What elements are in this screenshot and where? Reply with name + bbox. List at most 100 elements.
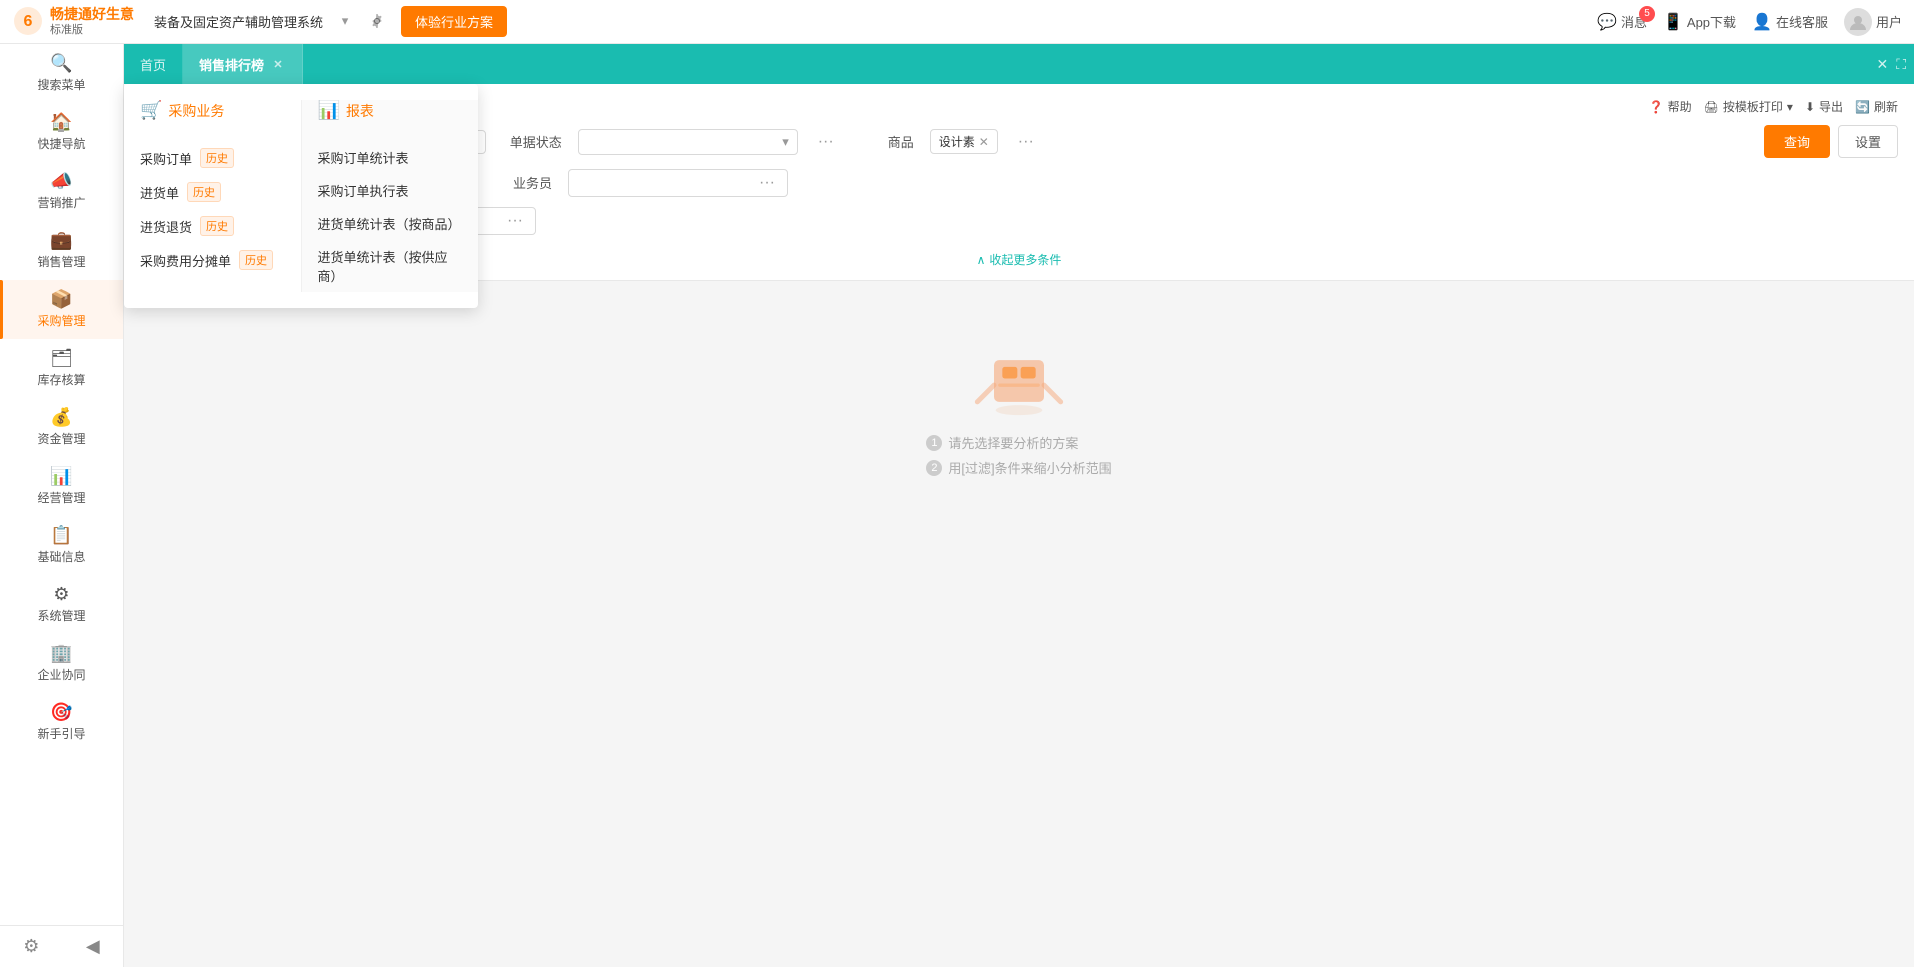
app-download-action[interactable]: 📱 App下载 [1663, 12, 1736, 32]
sales-icon: 💼 [50, 231, 72, 249]
system-dropdown-arrow[interactable]: ▾ [337, 13, 353, 29]
sidebar-item-operation[interactable]: 📊 经营管理 [0, 457, 123, 516]
user-avatar [1844, 8, 1872, 36]
purchase-section-icon: 🛒 [140, 100, 162, 121]
menu-item-inbound[interactable]: 进货单 历史 [140, 175, 285, 209]
tab-close-icon[interactable]: ✕ [270, 56, 286, 72]
logo-icon: 6 [12, 5, 44, 37]
menu-item-purchase-expense[interactable]: 采购费用分摊单 历史 [140, 243, 285, 277]
history-badge-0[interactable]: 历史 [200, 148, 234, 168]
set-button[interactable]: 设置 [1838, 125, 1898, 158]
sidebar-item-system[interactable]: ⚙ 系统管理 [0, 575, 123, 634]
logo-area: 6 畅捷通好生意 标准版 [12, 5, 134, 37]
empty-tips: 1 请先选择要分析的方案 2 用[过滤]条件来缩小分析范围 [926, 433, 1111, 477]
menu-item-inbound-stats-goods[interactable]: 进货单统计表（按商品） [318, 207, 463, 240]
purchase-icon: 📦 [50, 290, 72, 308]
finance-icon: 💰 [50, 408, 72, 426]
history-badge-3[interactable]: 历史 [239, 250, 273, 270]
sidebar: 🔍 搜索菜单 🏠 快捷导航 📣 营销推广 💼 销售管理 📦 采购管理 🗂 库存核… [0, 44, 124, 967]
sidebar-item-sales[interactable]: 💼 销售管理 [0, 221, 123, 280]
report-menu-section: 📊 报表 采购订单统计表 采购订单执行表 进货单统计表（按商品） 进货单统计表（… [301, 100, 479, 292]
salesperson-control[interactable]: ··· [568, 169, 788, 197]
tab-maximize-icon[interactable]: ⛶ [1896, 56, 1906, 73]
refresh-btn[interactable]: 🔄 刷新 [1855, 98, 1898, 115]
header-left: 6 畅捷通好生意 标准版 装备及固定资产辅助管理系统 ▾ 体验行业方案 [12, 5, 507, 37]
purchase-section-title: 🛒 采购业务 [140, 100, 285, 129]
refresh-icon: 🔄 [1855, 100, 1870, 114]
guide-icon: 🎯 [50, 703, 72, 721]
doc-status-label: 单据状态 [502, 132, 562, 151]
empty-state: 1 请先选择要分析的方案 2 用[过滤]条件来缩小分析范围 [124, 281, 1914, 537]
doc-status-control[interactable]: ▾ [578, 129, 798, 155]
menu-item-inbound-stats-supplier[interactable]: 进货单统计表（按供应商） [318, 240, 463, 292]
system-icon: ⚙ [53, 585, 69, 603]
export-icon: ⬇ [1805, 100, 1815, 114]
help-btn[interactable]: ❓ 帮助 [1649, 98, 1692, 115]
svg-text:6: 6 [24, 13, 33, 30]
sidebar-bottom: ⚙ ◀ [0, 925, 123, 967]
print-dropdown-arrow[interactable]: ▾ [1787, 100, 1793, 114]
tab-bar: 首页 销售排行榜 ✕ ✕ ⛶ [124, 44, 1914, 84]
goods-tag: 设计素 ✕ [930, 129, 998, 154]
sidebar-item-finance[interactable]: 💰 资金管理 [0, 398, 123, 457]
goods-label: 商品 [854, 132, 914, 151]
tab-right-actions: ✕ ⛶ [1876, 44, 1914, 84]
tab-home[interactable]: 首页 [124, 44, 183, 84]
marketing-icon: 📣 [50, 172, 72, 190]
basic-icon: 📋 [50, 526, 72, 544]
service-icon: 👤 [1752, 12, 1772, 32]
report-section-icon: 📊 [318, 100, 340, 121]
goods-more[interactable]: ··· [1014, 133, 1038, 151]
sidebar-item-inventory[interactable]: 🗂 库存核算 [0, 339, 123, 398]
history-badge-1[interactable]: 历史 [187, 182, 221, 202]
message-action[interactable]: 💬 消息 5 [1597, 12, 1647, 32]
tab-sales-rank[interactable]: 销售排行榜 ✕ [183, 44, 303, 84]
purchase-menu-section: 🛒 采购业务 采购订单 历史 进货单 历史 进货退货 历史 采购费用分摊单 历史 [124, 100, 301, 292]
doc-status-arrow: ▾ [782, 134, 789, 150]
sidebar-item-purchase[interactable]: 📦 采购管理 [0, 280, 123, 339]
operation-icon: 📊 [50, 467, 72, 485]
system-title: 装备及固定资产辅助管理系统 [154, 12, 323, 31]
top-header: 6 畅捷通好生意 标准版 装备及固定资产辅助管理系统 ▾ 体验行业方案 💬 消息… [0, 0, 1914, 44]
salesperson-more-inner[interactable]: ··· [755, 174, 779, 192]
sidebar-item-guide[interactable]: 🎯 新手引导 [0, 693, 123, 752]
menu-item-order-exec[interactable]: 采购订单执行表 [318, 174, 463, 207]
logo-text: 畅捷通好生意 标准版 [50, 5, 134, 37]
inventory-icon: 🗂 [50, 349, 73, 367]
customer-more-inner[interactable]: ··· [503, 212, 527, 230]
query-button[interactable]: 查询 [1764, 125, 1830, 158]
purchase-dropdown-menu: 🛒 采购业务 采购订单 历史 进货单 历史 进货退货 历史 采购费用分摊单 历史… [124, 84, 478, 308]
sidebar-collapse-btn[interactable]: ◀ [86, 936, 100, 957]
sidebar-item-search[interactable]: 🔍 搜索菜单 [0, 44, 123, 103]
print-btn[interactable]: 🖨 按模板打印 ▾ [1704, 98, 1793, 115]
empty-illustration [969, 341, 1069, 421]
menu-item-inbound-return[interactable]: 进货退货 历史 [140, 209, 285, 243]
tip-2: 2 用[过滤]条件来缩小分析范围 [926, 458, 1111, 477]
online-service-action[interactable]: 👤 在线客服 [1752, 12, 1828, 32]
menu-item-purchase-order[interactable]: 采购订单 历史 [140, 141, 285, 175]
export-btn[interactable]: ⬇ 导出 [1805, 98, 1843, 115]
phone-icon: 📱 [1663, 12, 1683, 32]
sidebar-item-marketing[interactable]: 📣 营销推广 [0, 162, 123, 221]
goods-tag-remove[interactable]: ✕ [979, 135, 989, 149]
collapse-arrow-icon: ∧ [977, 253, 986, 267]
header-right: 💬 消息 5 📱 App下载 👤 在线客服 用户 [1597, 8, 1902, 36]
print-icon: 🖨 [1704, 100, 1719, 114]
salesperson-label: 业务员 [492, 173, 552, 192]
user-action[interactable]: 用户 [1844, 8, 1902, 36]
sidebar-item-nav[interactable]: 🏠 快捷导航 [0, 103, 123, 162]
tab-close-all-icon[interactable]: ✕ [1876, 56, 1888, 73]
enterprise-icon: 🏢 [50, 644, 72, 662]
history-badge-2[interactable]: 历史 [200, 216, 234, 236]
sidebar-item-enterprise[interactable]: 🏢 企业协同 [0, 634, 123, 693]
sidebar-settings-btn[interactable]: ⚙ [23, 936, 39, 957]
sidebar-item-basic[interactable]: 📋 基础信息 [0, 516, 123, 575]
help-icon: ❓ [1649, 100, 1664, 114]
menu-item-order-stats[interactable]: 采购订单统计表 [318, 141, 463, 174]
message-badge: 5 [1639, 6, 1655, 22]
industry-button[interactable]: 体验行业方案 [401, 6, 507, 37]
doc-status-more[interactable]: ··· [814, 133, 838, 151]
search-icon: 🔍 [50, 54, 72, 72]
settings-icon[interactable] [363, 7, 391, 35]
message-icon: 💬 [1597, 12, 1617, 32]
